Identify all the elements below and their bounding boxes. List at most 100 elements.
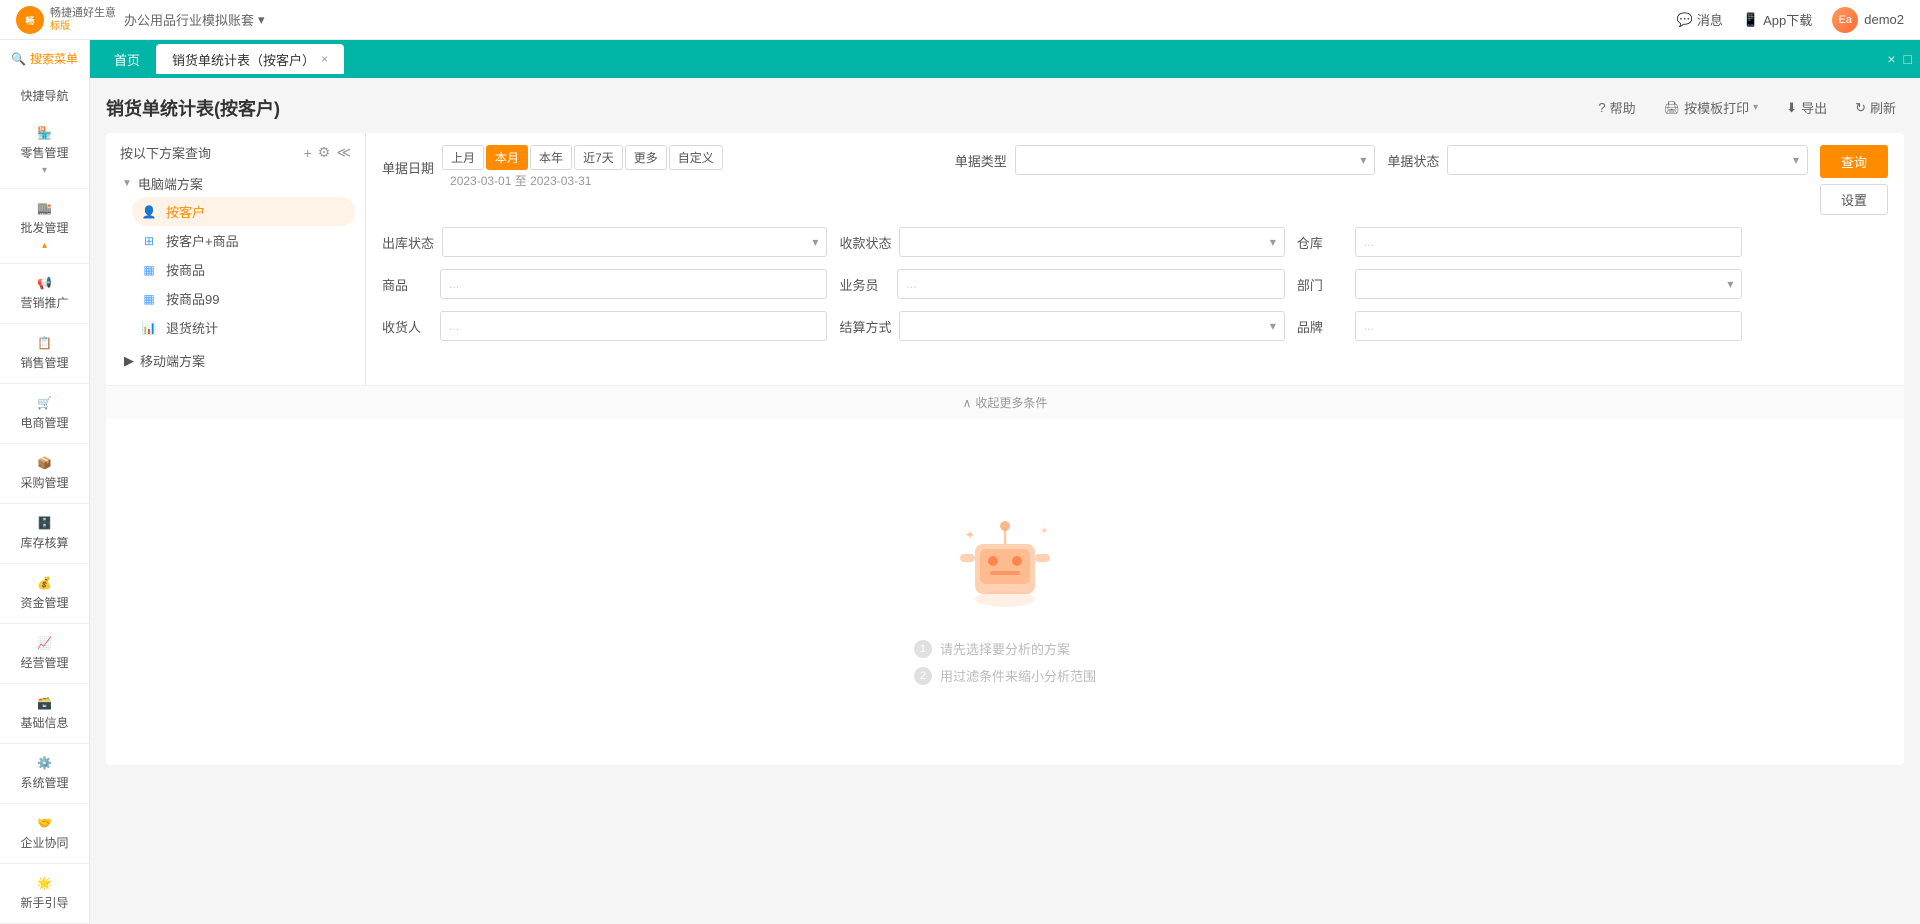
query-button[interactable]: 查询 xyxy=(1820,145,1888,178)
chevron-up-icon: ▴ xyxy=(42,240,47,251)
app-download-button[interactable]: 📱 App下载 xyxy=(1743,10,1812,29)
desktop-group-arrow-icon: ▼ xyxy=(122,178,132,189)
sidebar-item-retail[interactable]: 🏪 零售管理 ▾ xyxy=(0,114,89,189)
basic-icon: 🗃️ xyxy=(37,696,52,710)
logo-area: 畅 畅捷通好生意 标版 xyxy=(16,6,116,34)
warehouse-label: 仓库 xyxy=(1297,233,1347,252)
sales-icon: 📋 xyxy=(37,336,52,350)
doc-type-select[interactable]: ▾ xyxy=(1015,145,1376,175)
sidebar-item-search-menu[interactable]: 🔍 搜索菜单 xyxy=(0,40,89,77)
main-panel: 按以下方案查询 + ⚙ ≪ ▼ 电脑端方案 xyxy=(106,133,1904,765)
grid-scheme-icon: ⊞ xyxy=(140,232,158,250)
sidebar-item-newbie[interactable]: 🌟 新手引导 xyxy=(0,864,89,924)
doc-status-label: 单据状态 xyxy=(1387,151,1439,170)
tab-home[interactable]: 首页 xyxy=(98,44,156,74)
header-left: 畅 畅捷通好生意 标版 办公用品行业模拟账套 ▾ xyxy=(16,6,265,34)
doc-status-select[interactable]: ▾ xyxy=(1447,145,1808,175)
date-btn-custom[interactable]: 自定义 xyxy=(669,145,723,170)
breadcrumb-arrow-icon: ▾ xyxy=(258,12,265,28)
sidebar-item-enterprise[interactable]: 🤝 企业协同 xyxy=(0,804,89,864)
header-right: 💬 消息 📱 App下载 Ea demo2 xyxy=(1677,7,1904,33)
brand-label: 品牌 xyxy=(1297,317,1347,336)
sidebar-item-wholesale[interactable]: 🏬 批发管理 ▴ xyxy=(0,189,89,264)
tab-close-icon[interactable]: × xyxy=(321,53,328,65)
logo-text: 畅捷通好生意 标版 xyxy=(50,6,116,33)
settings-scheme-icon[interactable]: ⚙ xyxy=(318,144,331,161)
print-button[interactable]: 🖨 按模板打印 ▾ xyxy=(1656,94,1767,121)
sidebar-item-finance[interactable]: 💰 资金管理 xyxy=(0,564,89,624)
receiver-label: 收货人 xyxy=(382,317,432,336)
inventory-icon: 🗄️ xyxy=(37,516,52,530)
dept-arrow-icon: ▾ xyxy=(1727,277,1733,291)
avatar: Ea xyxy=(1832,7,1858,33)
receipt-status-select[interactable]: ▾ xyxy=(899,227,1284,257)
message-button[interactable]: 💬 消息 xyxy=(1677,10,1723,29)
search-icon: 🔍 xyxy=(11,52,26,66)
scheme-item-goods99[interactable]: ▦ 按商品99 xyxy=(132,284,355,313)
add-scheme-icon[interactable]: + xyxy=(304,145,312,161)
filter-panel: 单据日期 上月 本月 本年 近7天 更多 自定义 xyxy=(366,133,1904,385)
goods-input[interactable]: ... xyxy=(440,269,827,299)
collapse-scheme-icon[interactable]: ≪ xyxy=(336,144,351,161)
export-button[interactable]: ⬇ 导出 xyxy=(1778,94,1835,121)
staff-input[interactable]: ... xyxy=(897,269,1284,299)
sidebar-item-marketing[interactable]: 📢 营销推广 xyxy=(0,264,89,324)
filter-section: 按以下方案查询 + ⚙ ≪ ▼ 电脑端方案 xyxy=(106,133,1904,385)
tab-bar: 首页 销货单统计表（按客户） × × □ xyxy=(90,40,1920,78)
sidebar-item-quick-nav[interactable]: 快捷导航 xyxy=(0,77,89,114)
scheme-desktop-group-header[interactable]: ▼ 电脑端方案 xyxy=(116,170,355,197)
svg-text:畅: 畅 xyxy=(25,15,34,26)
user-scheme-icon: 👤 xyxy=(140,203,158,221)
sidebar-item-system[interactable]: ⚙️ 系统管理 xyxy=(0,744,89,804)
window-close-icon[interactable]: × xyxy=(1887,51,1895,67)
date-btn-more[interactable]: 更多 xyxy=(625,145,667,170)
breadcrumb-selector[interactable]: 办公用品行业模拟账套 ▾ xyxy=(124,10,265,29)
sidebar-item-operations[interactable]: 📈 经营管理 xyxy=(0,624,89,684)
svg-text:✦: ✦ xyxy=(965,528,975,542)
date-btn-this-year[interactable]: 本年 xyxy=(530,145,572,170)
empty-tip-2: 2 用过滤条件来缩小分析范围 xyxy=(914,666,1096,685)
collapse-bar[interactable]: ∧ 收起更多条件 xyxy=(106,385,1904,419)
table99-scheme-icon: ▦ xyxy=(140,290,158,308)
sidebar-item-purchase[interactable]: 📦 采购管理 xyxy=(0,444,89,504)
message-icon: 💬 xyxy=(1677,12,1693,28)
refresh-button[interactable]: ↻ 刷新 xyxy=(1847,94,1904,121)
date-btn-last-month[interactable]: 上月 xyxy=(442,145,484,170)
newbie-icon: 🌟 xyxy=(37,876,52,890)
content-area: 首页 销货单统计表（按客户） × × □ 销货单统计表(按客户) ? 帮助 xyxy=(90,40,1920,924)
out-status-select[interactable]: ▾ xyxy=(442,227,827,257)
mobile-group-arrow-icon: ▶ xyxy=(124,353,134,369)
date-btn-this-month[interactable]: 本月 xyxy=(486,145,528,170)
warehouse-input[interactable]: ... xyxy=(1355,227,1742,257)
enterprise-icon: 🤝 xyxy=(37,816,52,830)
date-btn-7days[interactable]: 近7天 xyxy=(574,145,623,170)
tab-window-buttons: × □ xyxy=(1887,51,1912,67)
scheme-item-by-goods[interactable]: ▦ 按商品 xyxy=(132,255,355,284)
window-maximize-icon[interactable]: □ xyxy=(1904,51,1912,67)
settings-button[interactable]: 设置 xyxy=(1820,184,1888,215)
sidebar-item-inventory[interactable]: 🗄️ 库存核算 xyxy=(0,504,89,564)
date-label: 单据日期 xyxy=(382,158,434,177)
sidebar-item-sales[interactable]: 📋 销售管理 xyxy=(0,324,89,384)
brand-input[interactable]: ... xyxy=(1355,311,1742,341)
dept-select[interactable]: ▾ xyxy=(1355,269,1742,299)
receiver-input[interactable]: ... xyxy=(440,311,827,341)
help-button[interactable]: ? 帮助 xyxy=(1590,94,1643,121)
user-profile[interactable]: Ea demo2 xyxy=(1832,7,1904,33)
scheme-item-return-stat[interactable]: 📊 退货统计 xyxy=(132,313,355,342)
empty-illustration: ✦ ✦ xyxy=(945,499,1065,619)
scheme-item-by-customer[interactable]: 👤 按客户 xyxy=(132,197,355,226)
doc-type-label: 单据类型 xyxy=(955,151,1007,170)
sidebar-item-basic[interactable]: 🗃️ 基础信息 xyxy=(0,684,89,744)
scheme-mobile-group[interactable]: ▶ 移动端方案 xyxy=(116,346,355,375)
download-icon: 📱 xyxy=(1743,12,1759,28)
tab-sales-stat[interactable]: 销货单统计表（按客户） × xyxy=(156,44,344,74)
scheme-item-customer-goods[interactable]: ⊞ 按客户+商品 xyxy=(132,226,355,255)
scheme-desktop-group: ▼ 电脑端方案 👤 按客户 ⊞ 按客户+商品 xyxy=(116,170,355,342)
export-icon: ⬇ xyxy=(1786,100,1797,116)
action-buttons: 查询 设置 xyxy=(1820,145,1888,215)
table-scheme-icon: ▦ xyxy=(140,261,158,279)
settlement-select[interactable]: ▾ xyxy=(899,311,1284,341)
sidebar-item-ecommerce[interactable]: 🛒 电商管理 xyxy=(0,384,89,444)
system-icon: ⚙️ xyxy=(37,756,52,770)
